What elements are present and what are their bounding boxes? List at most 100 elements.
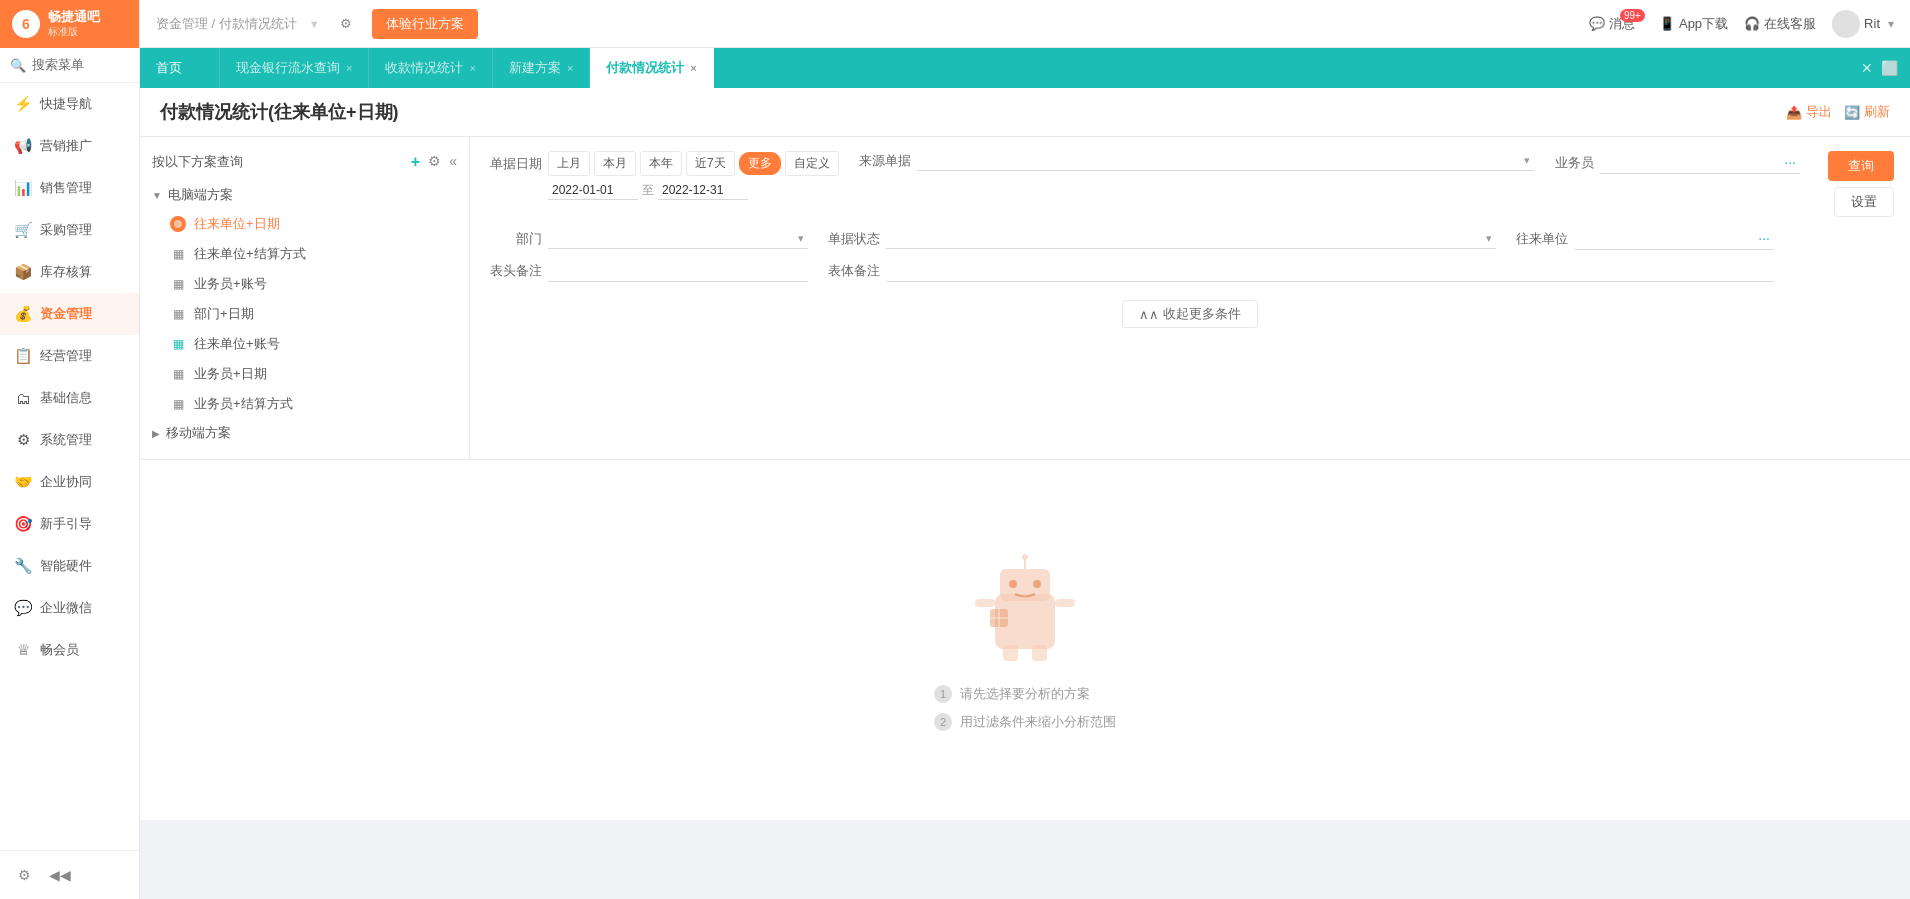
refresh-btn[interactable]: 🔄 刷新 [1844,103,1890,121]
scheme-item-partner-settle[interactable]: ▦ 往来单位+结算方式 [140,239,469,269]
message-icon: 💬 [1589,16,1605,31]
scheme-item-partner-date[interactable]: 往来单位+日期 [140,209,469,239]
tab-bank-flow-close[interactable]: × [346,62,352,74]
member-icon: ♕ [14,641,32,659]
page-content: 付款情况统计(往来单位+日期) 📤 导出 🔄 刷新 按以下方案查询 + [140,88,1910,899]
chevron-right-icon: ▶ [152,428,160,439]
scheme-item-staff-account[interactable]: ▦ 业务员+账号 [140,269,469,299]
sidebar-item-wechat[interactable]: 💬 企业微信 [0,587,139,629]
doc-status-filter: 单据状态 ▾ [824,229,1496,249]
staff-control[interactable]: ··· [1600,151,1800,174]
tab-home-label: 首页 [156,59,182,77]
table-header-note-input[interactable] [552,263,804,278]
doc-status-control[interactable]: ▾ [886,229,1496,249]
sidebar-item-quick-nav[interactable]: ⚡ 快捷导航 [0,83,139,125]
sidebar-item-purchase[interactable]: 🛒 采购管理 [0,209,139,251]
source-control[interactable]: ▾ [917,151,1534,171]
table-body-note-filter: 表体备注 [824,260,1774,282]
scheme-item-dept-date[interactable]: ▦ 部门+日期 [140,299,469,329]
svg-point-4 [1033,580,1041,588]
sidebar-item-label: 资金管理 [40,305,92,323]
sidebar-item-label: 库存核算 [40,263,92,281]
tab-receipt-stats-close[interactable]: × [469,62,475,74]
tab-payment-stats-close[interactable]: × [690,62,696,74]
collapse-more-btn[interactable]: ∧∧ 收起更多条件 [1122,300,1258,328]
sidebar-item-enterprise[interactable]: 🤝 企业协同 [0,461,139,503]
date-this-year[interactable]: 本年 [640,151,682,176]
table-body-note-input[interactable] [890,263,1770,278]
date-custom[interactable]: 自定义 [785,151,839,176]
scheme-settings-btn[interactable]: ⚙ [428,153,441,171]
export-label: 导出 [1806,103,1832,121]
refresh-label: 刷新 [1864,103,1890,121]
tabs-close-icon[interactable]: ✕ [1861,60,1873,76]
scheme-item-staff-date[interactable]: ▦ 业务员+日期 [140,359,469,389]
sidebar-item-finance[interactable]: 💰 资金管理 [0,293,139,335]
sidebar-item-label: 畅会员 [40,641,79,659]
dept-control[interactable]: ▾ [548,229,808,249]
date-last-7days[interactable]: 近7天 [686,151,735,176]
sidebar-item-system[interactable]: ⚙ 系统管理 [0,419,139,461]
tabs-expand-icon[interactable]: ⬜ [1881,60,1898,76]
sidebar-item-label: 采购管理 [40,221,92,239]
scheme-item-staff-settle[interactable]: ▦ 业务员+结算方式 [140,389,469,419]
user-menu[interactable]: Rit ▾ [1832,10,1894,38]
user-menu-chevron: ▾ [1888,17,1894,31]
sidebar-item-guide[interactable]: 🎯 新手引导 [0,503,139,545]
tab-bank-flow[interactable]: 现金银行流水查询 × [220,48,369,88]
sidebar-item-sales[interactable]: 📊 销售管理 [0,167,139,209]
date-this-month[interactable]: 本月 [594,151,636,176]
partner-filter: 往来单位 ··· [1512,227,1774,250]
desktop-schemes-header[interactable]: ▼ 电脑端方案 [140,181,469,209]
footer-settings-btn[interactable]: ⚙ [10,861,38,889]
export-btn[interactable]: 📤 导出 [1786,103,1832,121]
date-label: 单据日期 [486,151,542,173]
scheme-item-label: 往来单位+日期 [194,215,280,233]
scheme-item-label: 部门+日期 [194,305,254,323]
user-name: Rit [1864,16,1880,31]
empty-illustration [965,549,1085,669]
table-header-note-control[interactable] [548,260,808,282]
tip1-text: 请先选择要分析的方案 [960,685,1090,703]
partner-control[interactable]: ··· [1574,227,1774,250]
sidebar-item-inventory[interactable]: 📦 库存核算 [0,251,139,293]
search-menu[interactable]: 🔍 搜索菜单 [0,48,139,83]
scheme-collapse-btn[interactable]: « [449,153,457,171]
date-more-btn[interactable]: 更多 [739,152,781,175]
online-service-btn[interactable]: 🎧 在线客服 [1744,15,1816,33]
sidebar-item-basicinfo[interactable]: 🗂 基础信息 [0,377,139,419]
date-last-month[interactable]: 上月 [548,151,590,176]
date-end-input[interactable] [658,181,748,200]
sidebar-item-marketing[interactable]: 📢 营销推广 [0,125,139,167]
tab-new-scheme[interactable]: 新建方案 × [493,48,590,88]
scheme-add-btn[interactable]: + [411,153,420,171]
table-header-note-filter: 表头备注 [486,260,808,282]
tip1-num: 1 [934,685,952,703]
sidebar-item-member[interactable]: ♕ 畅会员 [0,629,139,671]
svg-rect-8 [1055,599,1075,607]
sidebar-item-hardware[interactable]: 🔧 智能硬件 [0,545,139,587]
mobile-schemes-header[interactable]: ▶ 移动端方案 [140,419,469,447]
chevron-up-icon: ∧∧ [1139,307,1159,322]
header-settings-btn[interactable]: ⚙ [332,10,360,38]
settings-btn[interactable]: 设置 [1834,187,1894,217]
trial-btn[interactable]: 体验行业方案 [372,9,478,39]
tab-payment-stats[interactable]: 付款情况统计 × [590,48,713,88]
tab-home[interactable]: 首页 [140,48,220,88]
tab-new-scheme-close[interactable]: × [567,62,573,74]
query-buttons: 查询 设置 [1816,151,1894,217]
app-download-label: App下载 [1679,15,1728,33]
sidebar-item-label: 营销推广 [40,137,92,155]
tab-receipt-stats[interactable]: 收款情况统计 × [369,48,492,88]
footer-collapse-btn[interactable]: ◀◀ [46,861,74,889]
messages-btn[interactable]: 💬 消息 99+ [1589,15,1635,33]
scheme-item-icon: ▦ [170,277,186,291]
scheme-item-partner-account[interactable]: ▦ 往来单位+账号 [140,329,469,359]
query-btn[interactable]: 查询 [1828,151,1894,181]
sidebar: 6 畅捷通吧 标准版 🔍 搜索菜单 ⚡ 快捷导航 📢 营销推广 📊 销售管理 🛒… [0,0,140,899]
date-start-input[interactable] [548,181,638,200]
table-body-note-control[interactable] [886,260,1774,282]
sidebar-item-operations[interactable]: 📋 经营管理 [0,335,139,377]
app-download-btn[interactable]: 📱 App下载 [1659,15,1728,33]
date-range-input: 至 [548,181,839,200]
